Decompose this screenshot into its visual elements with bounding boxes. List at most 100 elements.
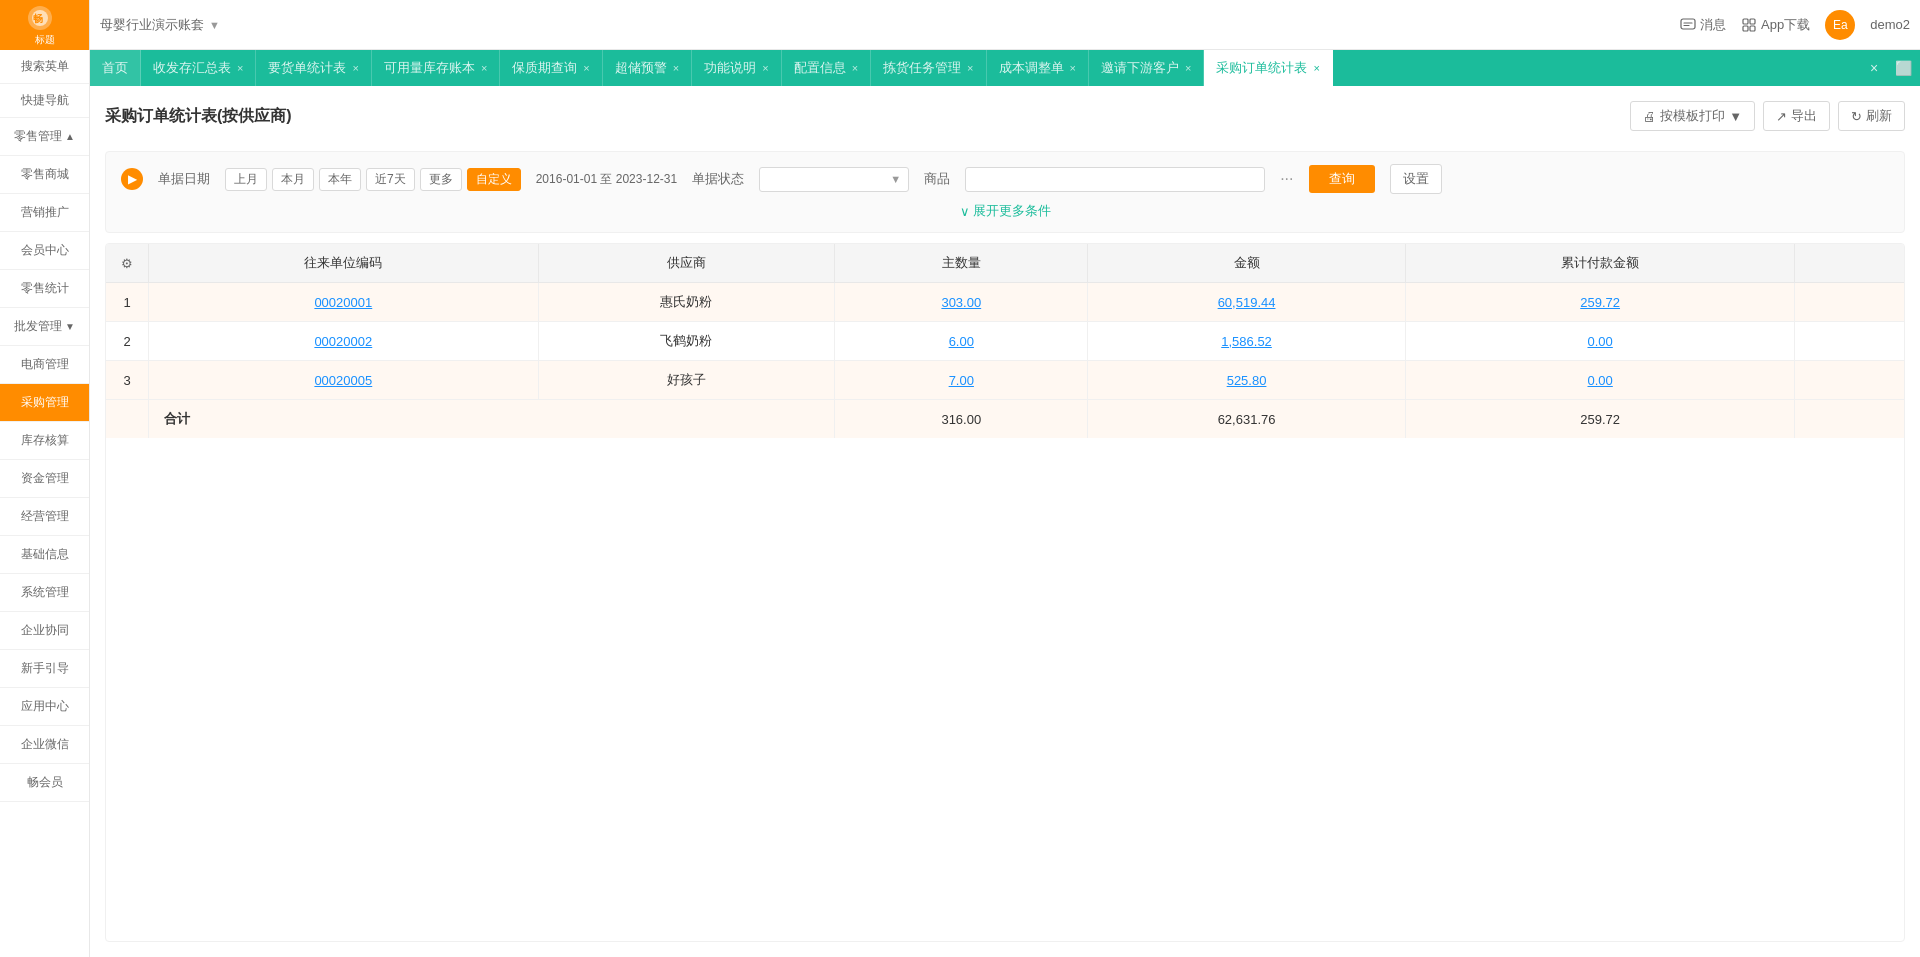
- paid-link[interactable]: 0.00: [1587, 334, 1612, 349]
- tab-home[interactable]: 首页: [90, 50, 141, 86]
- tab-close-icon[interactable]: ×: [481, 62, 487, 74]
- username-label[interactable]: demo2: [1870, 17, 1910, 32]
- tabbar: 首页 收发存汇总表 × 要货单统计表 × 可用量库存账本 × 保质期查询 × 超…: [90, 50, 1920, 86]
- tab-close-icon[interactable]: ×: [852, 62, 858, 74]
- settings-button[interactable]: 设置: [1390, 164, 1442, 194]
- quantity-link[interactable]: 7.00: [949, 373, 974, 388]
- tab-close-icon[interactable]: ×: [1185, 62, 1191, 74]
- gear-icon[interactable]: ⚙: [121, 256, 133, 271]
- tab-invite-downstream[interactable]: 邀请下游客户 ×: [1089, 50, 1204, 86]
- sidebar-item-purchase[interactable]: 采购管理: [0, 384, 89, 422]
- goods-input[interactable]: [965, 167, 1265, 192]
- refresh-button[interactable]: ↻ 刷新: [1838, 101, 1905, 131]
- sidebar-item-app-center[interactable]: 应用中心: [0, 688, 89, 726]
- tab-close-icon[interactable]: ×: [967, 62, 973, 74]
- sidebar-item-member[interactable]: 会员中心: [0, 232, 89, 270]
- content: 采购订单统计表(按供应商) 🖨 按模板打印 ▼ ↗ 导出 ↻ 刷新: [90, 86, 1920, 957]
- amount-link[interactable]: 1,586.52: [1221, 334, 1272, 349]
- avatar-initials: Ea: [1833, 18, 1848, 32]
- more-options-icon[interactable]: ···: [1280, 170, 1293, 188]
- col-extra: [1795, 244, 1904, 283]
- tab-order-stats[interactable]: 要货单统计表 ×: [256, 50, 371, 86]
- tab-function-desc[interactable]: 功能说明 ×: [692, 50, 781, 86]
- row-extra: [1795, 322, 1904, 361]
- paid-link[interactable]: 259.72: [1580, 295, 1620, 310]
- export-button[interactable]: ↗ 导出: [1763, 101, 1830, 131]
- paid-link[interactable]: 0.00: [1587, 373, 1612, 388]
- sidebar-item-finance[interactable]: 资金管理: [0, 460, 89, 498]
- sidebar-item-newbie[interactable]: 新手引导: [0, 650, 89, 688]
- sidebar-item-retail-mgmt[interactable]: 零售管理 ▲: [0, 118, 89, 156]
- sidebar-item-label: 系统管理: [21, 584, 69, 601]
- quantity-link[interactable]: 303.00: [941, 295, 981, 310]
- tab-purchase-order-stats[interactable]: 采购订单统计表 ×: [1204, 50, 1332, 86]
- date-btn-this-year[interactable]: 本年: [319, 168, 361, 191]
- tab-close-icon[interactable]: ×: [237, 62, 243, 74]
- date-btn-more[interactable]: 更多: [420, 168, 462, 191]
- user-avatar[interactable]: Ea: [1825, 10, 1855, 40]
- tab-close-icon[interactable]: ×: [1313, 62, 1319, 74]
- quantity-link[interactable]: 6.00: [949, 334, 974, 349]
- sidebar-item-basic-info[interactable]: 基础信息: [0, 536, 89, 574]
- row-paid: 0.00: [1405, 322, 1795, 361]
- tab-close-icon[interactable]: ×: [762, 62, 768, 74]
- tab-inventory-ledger[interactable]: 可用量库存账本 ×: [372, 50, 500, 86]
- sidebar-item-label: 零售管理: [14, 128, 62, 145]
- code-link[interactable]: 00020005: [314, 373, 372, 388]
- sidebar-item-label: 快捷导航: [5, 92, 84, 109]
- col-settings: ⚙: [106, 244, 149, 283]
- tab-receivable-summary[interactable]: 收发存汇总表 ×: [141, 50, 256, 86]
- expand-filter-button[interactable]: ∨ 展开更多条件: [960, 202, 1051, 220]
- sidebar-item-system[interactable]: 系统管理: [0, 574, 89, 612]
- sidebar-item-quick-nav[interactable]: 快捷导航: [0, 84, 89, 118]
- sidebar-item-operation[interactable]: 经营管理: [0, 498, 89, 536]
- tab-overstock-warning[interactable]: 超储预警 ×: [603, 50, 692, 86]
- sidebar-item-label: 库存核算: [21, 432, 69, 449]
- sidebar-item-retail-store[interactable]: 零售商城: [0, 156, 89, 194]
- sidebar-item-search[interactable]: 搜索英单: [0, 50, 89, 84]
- sidebar-item-wholesale[interactable]: 批发管理 ▼: [0, 308, 89, 346]
- sidebar-item-member2[interactable]: 畅会员: [0, 764, 89, 802]
- row-code: 00020002: [149, 322, 539, 361]
- printer-icon: 🖨: [1643, 109, 1656, 124]
- amount-link[interactable]: 60,519.44: [1218, 295, 1276, 310]
- maximize-button[interactable]: ⬜: [1891, 56, 1915, 80]
- tab-close-icon[interactable]: ×: [352, 62, 358, 74]
- sidebar-item-enterprise[interactable]: 企业协同: [0, 612, 89, 650]
- tab-config-info[interactable]: 配置信息 ×: [782, 50, 871, 86]
- tab-label: 超储预警: [615, 59, 667, 77]
- tab-close-icon[interactable]: ×: [583, 62, 589, 74]
- tab-close-icon[interactable]: ×: [673, 62, 679, 74]
- data-table-container: ⚙ 往来单位编码 供应商 主数量 金额 累计付款金额 1 00020001: [105, 243, 1905, 942]
- tab-shelf-life[interactable]: 保质期查询 ×: [500, 50, 602, 86]
- date-btn-this-month[interactable]: 本月: [272, 168, 314, 191]
- page-header: 采购订单统计表(按供应商) 🖨 按模板打印 ▼ ↗ 导出 ↻ 刷新: [105, 101, 1905, 131]
- template-print-button[interactable]: 🖨 按模板打印 ▼: [1630, 101, 1755, 131]
- status-select[interactable]: [759, 167, 909, 192]
- code-link[interactable]: 00020002: [314, 334, 372, 349]
- svg-rect-7: [1750, 26, 1755, 31]
- tab-cost-adjust[interactable]: 成本调整单 ×: [987, 50, 1089, 86]
- sidebar-item-retail-stats[interactable]: 零售统计: [0, 270, 89, 308]
- filter-toggle-button[interactable]: ▶: [121, 168, 143, 190]
- close-tab-button[interactable]: ×: [1862, 56, 1886, 80]
- amount-link[interactable]: 525.80: [1227, 373, 1267, 388]
- sidebar-item-inventory[interactable]: 库存核算: [0, 422, 89, 460]
- app-download-button[interactable]: App下载: [1741, 16, 1810, 34]
- code-link[interactable]: 00020001: [314, 295, 372, 310]
- sidebar-item-label: 畅会员: [27, 774, 63, 791]
- date-btn-last-month[interactable]: 上月: [225, 168, 267, 191]
- tab-close-icon[interactable]: ×: [1070, 62, 1076, 74]
- footer-empty: [106, 400, 149, 439]
- query-button[interactable]: 查询: [1309, 165, 1375, 193]
- tab-picking-task[interactable]: 拣货任务管理 ×: [871, 50, 986, 86]
- topbar-dropdown-arrow[interactable]: ▼: [209, 19, 220, 31]
- sidebar: 畅 标题 搜索英单 快捷导航 零售管理 ▲ 零售商城 营销推广 会员中心 零售统…: [0, 0, 90, 957]
- message-button[interactable]: 消息: [1680, 16, 1726, 34]
- sidebar-item-marketing[interactable]: 营销推广: [0, 194, 89, 232]
- sidebar-item-enterprise-wechat[interactable]: 企业微信: [0, 726, 89, 764]
- table-row: 3 00020005 好孩子 7.00 525.80 0.00: [106, 361, 1904, 400]
- sidebar-item-ecommerce[interactable]: 电商管理: [0, 346, 89, 384]
- date-btn-7days[interactable]: 近7天: [366, 168, 415, 191]
- custom-date-badge[interactable]: 自定义: [467, 168, 521, 191]
